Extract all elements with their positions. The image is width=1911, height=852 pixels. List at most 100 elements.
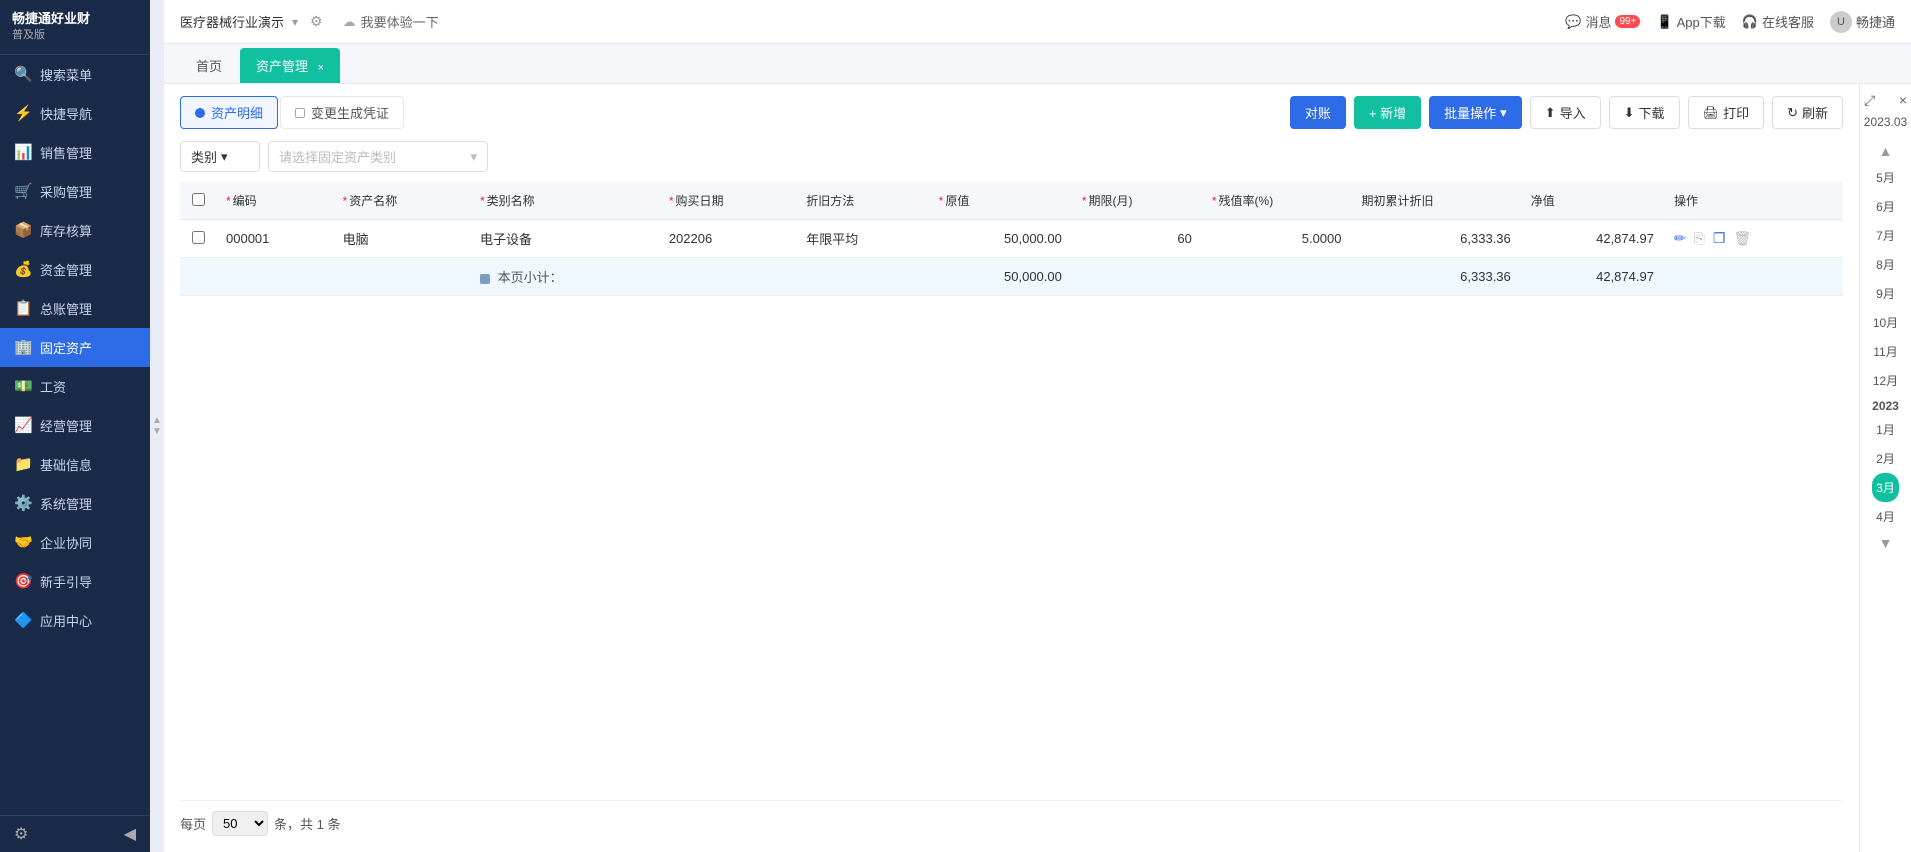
sidebar-item-新手引导[interactable]: 🎯 新手引导	[0, 562, 150, 601]
input-dropdown-icon: ▾	[470, 149, 477, 165]
row-category: 电子设备	[470, 220, 659, 258]
sidebar-bottom: ⚙ ◀	[0, 815, 150, 852]
edit-icon[interactable]: ✏	[1674, 230, 1686, 247]
tab-home[interactable]: 首页	[180, 48, 238, 83]
header-purchase-date: *购买日期	[659, 182, 796, 220]
settings-gear-icon[interactable]: ⚙	[310, 13, 323, 30]
new-button[interactable]: + 新增	[1354, 96, 1421, 129]
sub-tab-asset-detail-label: 资产明细	[211, 103, 263, 122]
import-label: 导入	[1560, 103, 1586, 122]
user-avatar: U	[1830, 11, 1852, 33]
sidebar-item-应用中心[interactable]: 🔷应用中心	[0, 601, 150, 640]
topbar-right: 💬 消息 99 📱 App下载 🎧 在线客服 U 畅捷通	[1565, 11, 1895, 33]
header-depreciation-method: 折旧方法	[796, 182, 928, 220]
tabs-bar: 首页 资产管理 ×	[164, 44, 1911, 84]
download-item[interactable]: 📱 App下载	[1656, 12, 1725, 31]
panel-up-icon[interactable]: ▲	[1875, 139, 1897, 163]
month-item[interactable]: 6月	[1869, 192, 1902, 221]
sidebar-item-库存核算[interactable]: 📦库存核算	[0, 211, 150, 250]
sidebar-item-搜索菜单[interactable]: 🔍搜索菜单	[0, 55, 150, 94]
sidebar-toggle[interactable]: ▲▼	[150, 0, 164, 852]
message-icon: 💬	[1565, 14, 1581, 30]
category-filter[interactable]: 类别 ▾	[180, 141, 260, 172]
service-item[interactable]: 🎧 在线客服	[1742, 12, 1814, 31]
sidebar-icon: 🏢	[14, 338, 32, 356]
month-item[interactable]: 4月	[1868, 502, 1903, 531]
sub-tab-asset-detail[interactable]: 资产明细	[180, 96, 278, 129]
month-item[interactable]: 5月	[1869, 163, 1902, 192]
sidebar-icon: 📊	[14, 143, 32, 161]
experience-section: ☁ 我要体验一下	[343, 12, 439, 31]
sidebar: 畅捷通好业财 普及版 🔍搜索菜单⚡快捷导航📊销售管理🛒采购管理📦库存核算💰资金管…	[0, 0, 150, 852]
download-icon: 📱	[1656, 14, 1672, 30]
sidebar-icon: 📈	[14, 416, 32, 434]
collapse-icon[interactable]: ◀	[124, 824, 136, 844]
reconcile-button[interactable]: 对账	[1290, 96, 1346, 129]
tab-assets-management[interactable]: 资产管理 ×	[240, 48, 340, 83]
duplicate-icon[interactable]: ❐	[1713, 230, 1726, 247]
panel-down-icon[interactable]: ▼	[1875, 531, 1897, 555]
batch-button[interactable]: 批量操作 ▾	[1429, 96, 1522, 129]
sidebar-item-企业协同[interactable]: 🤝企业协同	[0, 523, 150, 562]
month-item[interactable]: 1月	[1868, 415, 1903, 444]
user-item[interactable]: U 畅捷通	[1830, 11, 1895, 33]
sidebar-item-经营管理[interactable]: 📈经营管理	[0, 406, 150, 445]
sidebar-icon: 💵	[14, 377, 32, 395]
refresh-label: 刷新	[1802, 103, 1828, 122]
refresh-button[interactable]: ↻ 刷新	[1772, 96, 1843, 129]
header-category: *类别名称	[470, 182, 659, 220]
settings-icon[interactable]: ⚙	[14, 824, 28, 844]
sidebar-label: 新手引导	[40, 572, 92, 591]
sidebar-label: 应用中心	[40, 611, 92, 630]
message-item[interactable]: 💬 消息 99	[1565, 12, 1640, 31]
sub-tab-voucher[interactable]: 变更生成凭证	[280, 96, 404, 129]
page-body: 资产明细 变更生成凭证 对账 + 新增 批量操作 ▾	[164, 84, 1859, 852]
panel-expand-icon[interactable]: ⤢	[1864, 92, 1875, 109]
tab-close-icon[interactable]: ×	[318, 62, 324, 74]
sidebar-icon: 🎯	[14, 572, 32, 590]
assets-table-wrap: *编码 *资产名称 *类别名称 *购买日期 折旧方法 *原值 *期限(月) *残…	[180, 182, 1843, 796]
sidebar-item-固定资产[interactable]: 🏢固定资产	[0, 328, 150, 367]
reconcile-label: 对账	[1305, 103, 1331, 122]
company-dropdown-icon[interactable]: ▾	[292, 15, 298, 29]
month-item[interactable]: 12月	[1869, 366, 1902, 395]
row-accumulated-depreciation: 6,333.36	[1352, 220, 1521, 258]
month-item[interactable]: 7月	[1869, 221, 1902, 250]
app-name: 畅捷通好业财	[12, 10, 138, 28]
month-item[interactable]: 8月	[1869, 250, 1902, 279]
month-item[interactable]: 11月	[1869, 337, 1902, 366]
panel-close-icon[interactable]: ×	[1899, 92, 1907, 109]
month-item[interactable]: 9月	[1869, 279, 1902, 308]
sidebar-item-系统管理[interactable]: ⚙️系统管理	[0, 484, 150, 523]
select-all-checkbox[interactable]	[192, 193, 205, 206]
sidebar-label: 总账管理	[40, 299, 92, 318]
print-label: 打印	[1723, 103, 1749, 122]
row-checkbox[interactable]	[192, 231, 205, 244]
right-panel: ⤢ × 2023.03 ▲ 5月6月7月8月9月10月11月12月 2023 1…	[1859, 84, 1911, 852]
sidebar-item-销售管理[interactable]: 📊销售管理	[0, 133, 150, 172]
month-item[interactable]: 10月	[1869, 308, 1902, 337]
sidebar-item-资金管理[interactable]: 💰资金管理	[0, 250, 150, 289]
sidebar-item-工资[interactable]: 💵工资	[0, 367, 150, 406]
sidebar-item-采购管理[interactable]: 🛒采购管理	[0, 172, 150, 211]
header-period: *期限(月)	[1072, 182, 1202, 220]
experience-label[interactable]: 我要体验一下	[361, 12, 439, 31]
subtotal-row: 本页小计： 50,000.00 6,333.36 42,874.97	[180, 258, 1843, 296]
sidebar-item-总账管理[interactable]: 📋总账管理	[0, 289, 150, 328]
print-button[interactable]: 🖨 打印	[1688, 96, 1765, 129]
row-checkbox-cell	[180, 220, 216, 258]
delete-icon[interactable]: 🗑	[1733, 230, 1751, 247]
copy-icon[interactable]: ⎘	[1694, 230, 1705, 247]
category-placeholder: 请选择固定资产类别	[279, 147, 396, 166]
month-item[interactable]: 2月	[1868, 444, 1903, 473]
download-button[interactable]: ⬇ 下载	[1609, 96, 1680, 129]
month-item[interactable]: 3月	[1872, 473, 1899, 502]
import-button[interactable]: ⬆ 导入	[1530, 96, 1601, 129]
sub-tabs: 资产明细 变更生成凭证 对账 + 新增 批量操作 ▾	[180, 96, 1843, 129]
sidebar-item-基础信息[interactable]: 📁基础信息	[0, 445, 150, 484]
category-input[interactable]: 请选择固定资产类别 ▾	[268, 141, 488, 172]
sidebar-item-快捷导航[interactable]: ⚡快捷导航	[0, 94, 150, 133]
per-page-select[interactable]: 50 10 20 100	[212, 811, 268, 836]
row-code: 000001	[216, 220, 333, 258]
service-label: 在线客服	[1762, 12, 1814, 31]
